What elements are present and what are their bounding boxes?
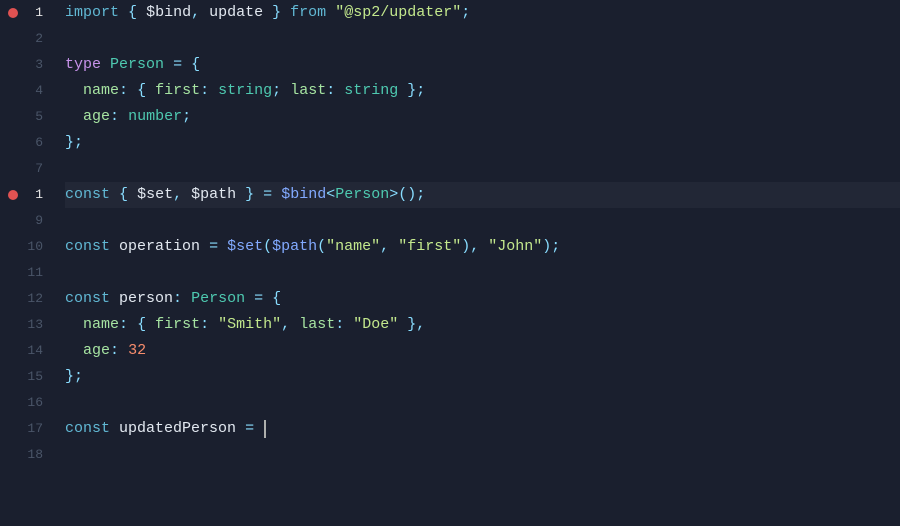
gutter-line-9: 9: [0, 208, 55, 234]
editor: 1 2 3 4 5 6 7 1 9 10 11 12 13 14 15 16 1…: [0, 0, 900, 526]
code-line-17: const updatedPerson =: [65, 416, 900, 442]
gutter-line-3: 3: [0, 52, 55, 78]
code-line-15: };: [65, 364, 900, 390]
gutter-line-2: 2: [0, 26, 55, 52]
gutter-line-1: 1: [0, 0, 55, 26]
code-line-9: [65, 208, 900, 234]
gutter-line-5: 5: [0, 104, 55, 130]
gutter-line-14: 14: [0, 338, 55, 364]
gutter-line-11: 11: [0, 260, 55, 286]
code-line-10: const operation = $set($path("name", "fi…: [65, 234, 900, 260]
code-line-11: [65, 260, 900, 286]
gutter-line-16: 16: [0, 390, 55, 416]
gutter-line-15: 15: [0, 364, 55, 390]
code-line-4: name: { first: string; last: string };: [65, 78, 900, 104]
gutter-line-17: 17: [0, 416, 55, 442]
gutter-line-12: 12: [0, 286, 55, 312]
gutter-line-10: 10: [0, 234, 55, 260]
gutter-line-6: 6: [0, 130, 55, 156]
code-line-13: name: { first: "Smith", last: "Doe" },: [65, 312, 900, 338]
code-line-7: [65, 156, 900, 182]
gutter-line-4: 4: [0, 78, 55, 104]
breakpoint-1[interactable]: [8, 8, 18, 18]
code-editor[interactable]: import { $bind, update } from "@sp2/upda…: [55, 0, 900, 526]
code-line-18: [65, 442, 900, 468]
code-line-5: age: number;: [65, 104, 900, 130]
code-line-6: };: [65, 130, 900, 156]
gutter-line-18: 18: [0, 442, 55, 468]
breakpoint-8[interactable]: [8, 190, 18, 200]
gutter-line-8: 1: [0, 182, 55, 208]
line-numbers: 1 2 3 4 5 6 7 1 9 10 11 12 13 14 15 16 1…: [0, 0, 55, 526]
code-line-3: type Person = {: [65, 52, 900, 78]
code-line-2: [65, 26, 900, 52]
code-line-1: import { $bind, update } from "@sp2/upda…: [65, 0, 900, 26]
code-line-8: const { $set, $path } = $bind<Person>();: [65, 182, 900, 208]
gutter-line-7: 7: [0, 156, 55, 182]
code-line-12: const person: Person = {: [65, 286, 900, 312]
code-line-16: [65, 390, 900, 416]
gutter-line-13: 13: [0, 312, 55, 338]
text-cursor: [264, 420, 266, 438]
code-line-14: age: 32: [65, 338, 900, 364]
